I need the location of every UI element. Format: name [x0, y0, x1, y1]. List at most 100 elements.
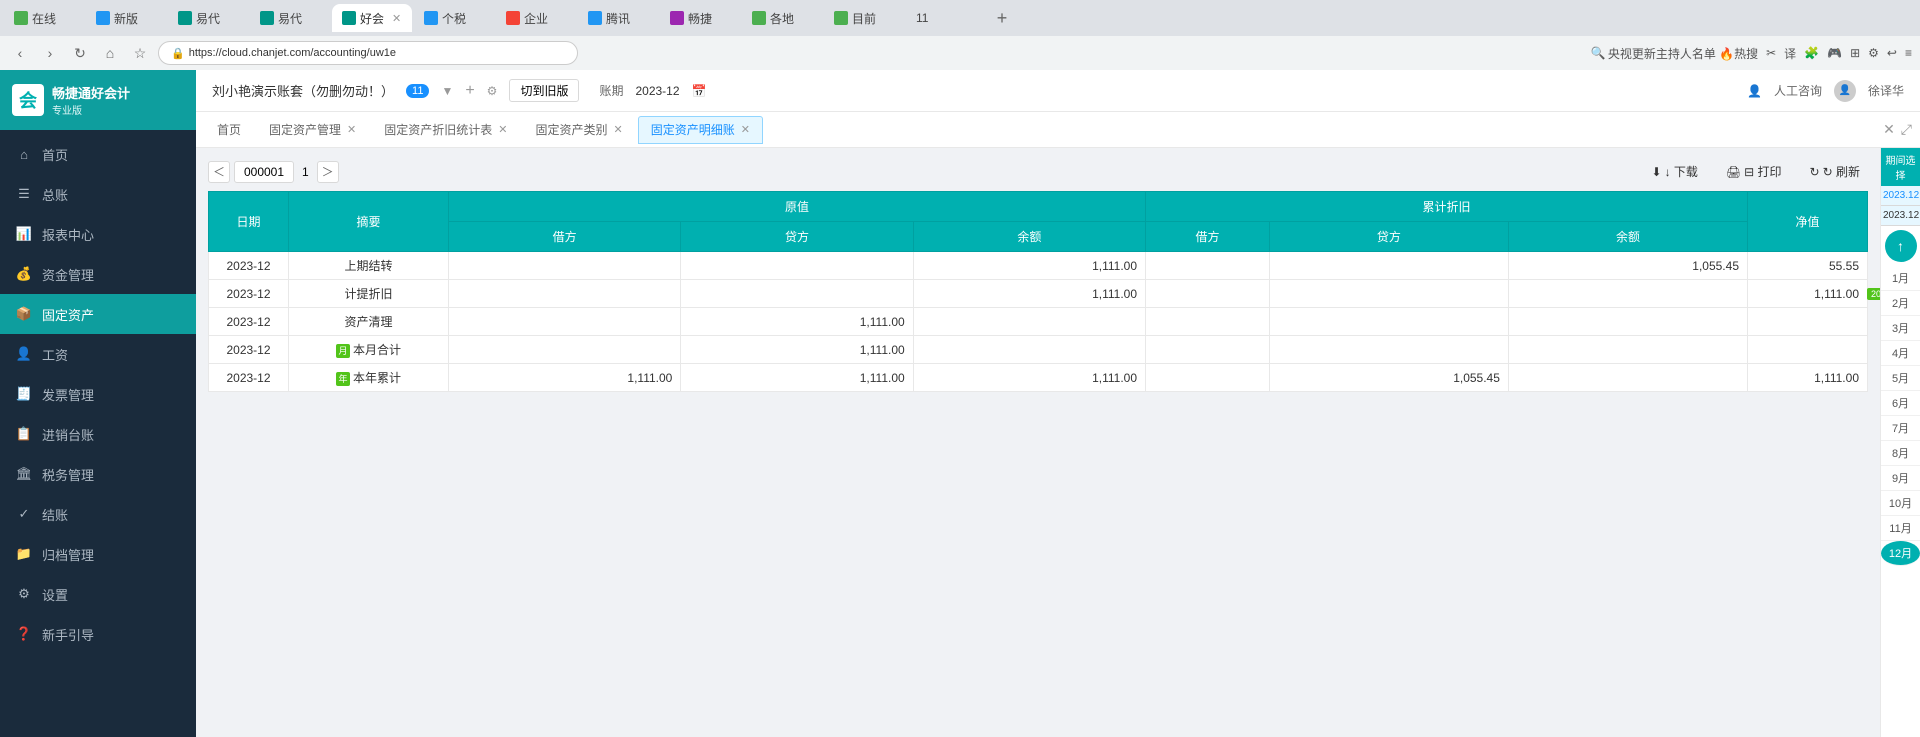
- tab-favicon-2: [96, 11, 110, 25]
- browser-tab-2[interactable]: 新版: [86, 4, 166, 32]
- reload-button[interactable]: ↻: [68, 41, 92, 65]
- sidebar-item-funds[interactable]: 💰 资金管理: [0, 254, 196, 294]
- undo-tool[interactable]: ↩: [1887, 46, 1897, 60]
- new-tab-button[interactable]: +: [988, 4, 1016, 32]
- tab-close-5[interactable]: ✕: [392, 12, 401, 25]
- address-input[interactable]: 🔒 https://cloud.chanjet.com/accounting/u…: [158, 41, 578, 65]
- row5-net-value: 1,111.00: [1748, 364, 1868, 392]
- print-button[interactable]: 🖨 ⊟ 打印: [1718, 160, 1790, 183]
- period-month-10[interactable]: 10月: [1881, 491, 1920, 516]
- browser-toolbar-right: 🔍 央视更新主持人名单 🔥热搜 ✂ 译 🧩 🎮 ⊞ ⚙ ↩ ≡: [1591, 45, 1912, 62]
- browser-tab-8[interactable]: 腾讯: [578, 4, 658, 32]
- period-month-9[interactable]: 9月: [1881, 466, 1920, 491]
- browser-tab-4[interactable]: 易代: [250, 4, 330, 32]
- logo-title: 畅捷通好会计: [52, 83, 130, 102]
- search-toolbar[interactable]: 🔍 央视更新主持人名单 🔥热搜: [1591, 45, 1758, 62]
- tab-ledger-label: 固定资产明细账: [651, 121, 735, 138]
- settings-company-button[interactable]: ⚙: [487, 84, 498, 98]
- sidebar-item-reports[interactable]: 📊 报表中心: [0, 214, 196, 254]
- tab-dep-close[interactable]: ✕: [498, 123, 507, 136]
- download-button[interactable]: ⬇ ↓ 下载: [1644, 160, 1706, 183]
- help-label[interactable]: 人工咨询: [1774, 82, 1822, 99]
- period-selector-header[interactable]: 期间选择: [1881, 148, 1920, 186]
- guide-icon: ❓: [16, 626, 32, 642]
- address-bar: ‹ › ↻ ⌂ ☆ 🔒 https://cloud.chanjet.com/ac…: [0, 36, 1920, 70]
- browser-tab-1[interactable]: 在线: [4, 4, 84, 32]
- translate-tool[interactable]: 译: [1784, 45, 1796, 62]
- browser-tab-10[interactable]: 各地: [742, 4, 822, 32]
- maximize-icon[interactable]: ⤢: [1901, 121, 1912, 138]
- add-company-button[interactable]: +: [465, 82, 474, 100]
- search-text: 央视更新主持人名单 🔥热搜: [1608, 45, 1758, 62]
- period-month-3[interactable]: 3月: [1881, 316, 1920, 341]
- sidebar-item-tax[interactable]: 🏛 税务管理: [0, 454, 196, 494]
- period-month-5[interactable]: 5月: [1881, 366, 1920, 391]
- row4-orig-balance: [913, 336, 1145, 364]
- bookmark-button[interactable]: ☆: [128, 41, 152, 65]
- row4-orig-debit: [449, 336, 681, 364]
- game-tool[interactable]: 🎮: [1827, 46, 1842, 60]
- browser-tab-3[interactable]: 易代: [168, 4, 248, 32]
- tab-cat-close[interactable]: ✕: [614, 123, 623, 136]
- tab-fixed-assets-mgmt[interactable]: 固定资产管理 ✕: [256, 116, 369, 144]
- scissors-tool[interactable]: ✂: [1766, 46, 1776, 60]
- refresh-button[interactable]: ↻ ↻ 刷新: [1802, 160, 1868, 183]
- page-number-input[interactable]: [234, 161, 294, 183]
- calendar-icon[interactable]: 📅: [692, 84, 707, 98]
- sidebar-item-guide[interactable]: ❓ 新手引导: [0, 614, 196, 654]
- tab-assets-ledger[interactable]: 固定资产明细账 ✕: [638, 116, 763, 144]
- sidebar-item-close[interactable]: ✓ 结账: [0, 494, 196, 534]
- prev-page-button[interactable]: ＜: [208, 161, 230, 183]
- browser-tab-7[interactable]: 企业: [496, 4, 576, 32]
- period-month-7[interactable]: 7月: [1881, 416, 1920, 441]
- period-year-selected[interactable]: 2023.12: [1881, 186, 1920, 206]
- period-month-1[interactable]: 1月: [1881, 266, 1920, 291]
- sidebar-item-home[interactable]: ⌂ 首页: [0, 134, 196, 174]
- tab-assets-category[interactable]: 固定资产类别 ✕: [522, 116, 635, 144]
- period-month-2[interactable]: 2月: [1881, 291, 1920, 316]
- home-button[interactable]: ⌂: [98, 41, 122, 65]
- sidebar-item-purchase-sales[interactable]: 📋 进销台账: [0, 414, 196, 454]
- browser-tab-9[interactable]: 畅捷: [660, 4, 740, 32]
- browser-tab-5-active[interactable]: 好会 ✕: [332, 4, 412, 32]
- tab-actions: ✕ ⤢: [1883, 121, 1912, 138]
- dropdown-arrow[interactable]: ▼: [441, 84, 453, 98]
- period-month-4[interactable]: 4月: [1881, 341, 1920, 366]
- switch-version-button[interactable]: 切到旧版: [509, 79, 579, 102]
- period-month-6[interactable]: 6月: [1881, 391, 1920, 416]
- tab-mgmt-close[interactable]: ✕: [347, 123, 356, 136]
- refresh-icon: ↻: [1810, 165, 1820, 179]
- period-month-8[interactable]: 8月: [1881, 441, 1920, 466]
- tab-ledger-close[interactable]: ✕: [741, 123, 750, 136]
- settings-tool[interactable]: ⚙: [1868, 46, 1879, 60]
- browser-tab-6[interactable]: 个税: [414, 4, 494, 32]
- sidebar-item-settings[interactable]: ⚙ 设置: [0, 574, 196, 614]
- scroll-top-button[interactable]: ↑: [1885, 230, 1917, 262]
- period-month-12[interactable]: 12月: [1881, 541, 1920, 566]
- back-button[interactable]: ‹: [8, 41, 32, 65]
- row5-dep-balance: [1508, 364, 1747, 392]
- forward-button[interactable]: ›: [38, 41, 62, 65]
- row3-date: 2023-12: [209, 308, 289, 336]
- grid-tool[interactable]: ⊞: [1850, 46, 1860, 60]
- browser-tab-12[interactable]: 11: [906, 4, 986, 32]
- next-page-button[interactable]: ＞: [317, 161, 339, 183]
- company-name: 刘小艳演示账套（勿删勿动！）: [212, 81, 394, 100]
- year-badge: 2023: [1867, 288, 1880, 300]
- menu-tool[interactable]: ≡: [1905, 46, 1912, 60]
- sidebar-item-fixed-assets[interactable]: 📦 固定资产: [0, 294, 196, 334]
- tab-depreciation-table[interactable]: 固定资产折旧统计表 ✕: [371, 116, 520, 144]
- extension-tool[interactable]: 🧩: [1804, 46, 1819, 60]
- col-net-value: 净值: [1748, 192, 1868, 252]
- close-all-icon[interactable]: ✕: [1883, 121, 1895, 138]
- row5-orig-credit: 1,111.00: [681, 364, 913, 392]
- sidebar-item-archive[interactable]: 📁 归档管理: [0, 534, 196, 574]
- sidebar-item-general-ledger[interactable]: ☰ 总账: [0, 174, 196, 214]
- sidebar-label-guide: 新手引导: [42, 625, 94, 644]
- sidebar-item-payroll[interactable]: 👤 工资: [0, 334, 196, 374]
- browser-tab-11[interactable]: 目前: [824, 4, 904, 32]
- sidebar-item-invoice[interactable]: 🧾 发票管理: [0, 374, 196, 414]
- tab-home[interactable]: 首页: [204, 116, 254, 144]
- period-year-2023[interactable]: 2023.12: [1881, 206, 1920, 226]
- period-month-11[interactable]: 11月: [1881, 516, 1920, 541]
